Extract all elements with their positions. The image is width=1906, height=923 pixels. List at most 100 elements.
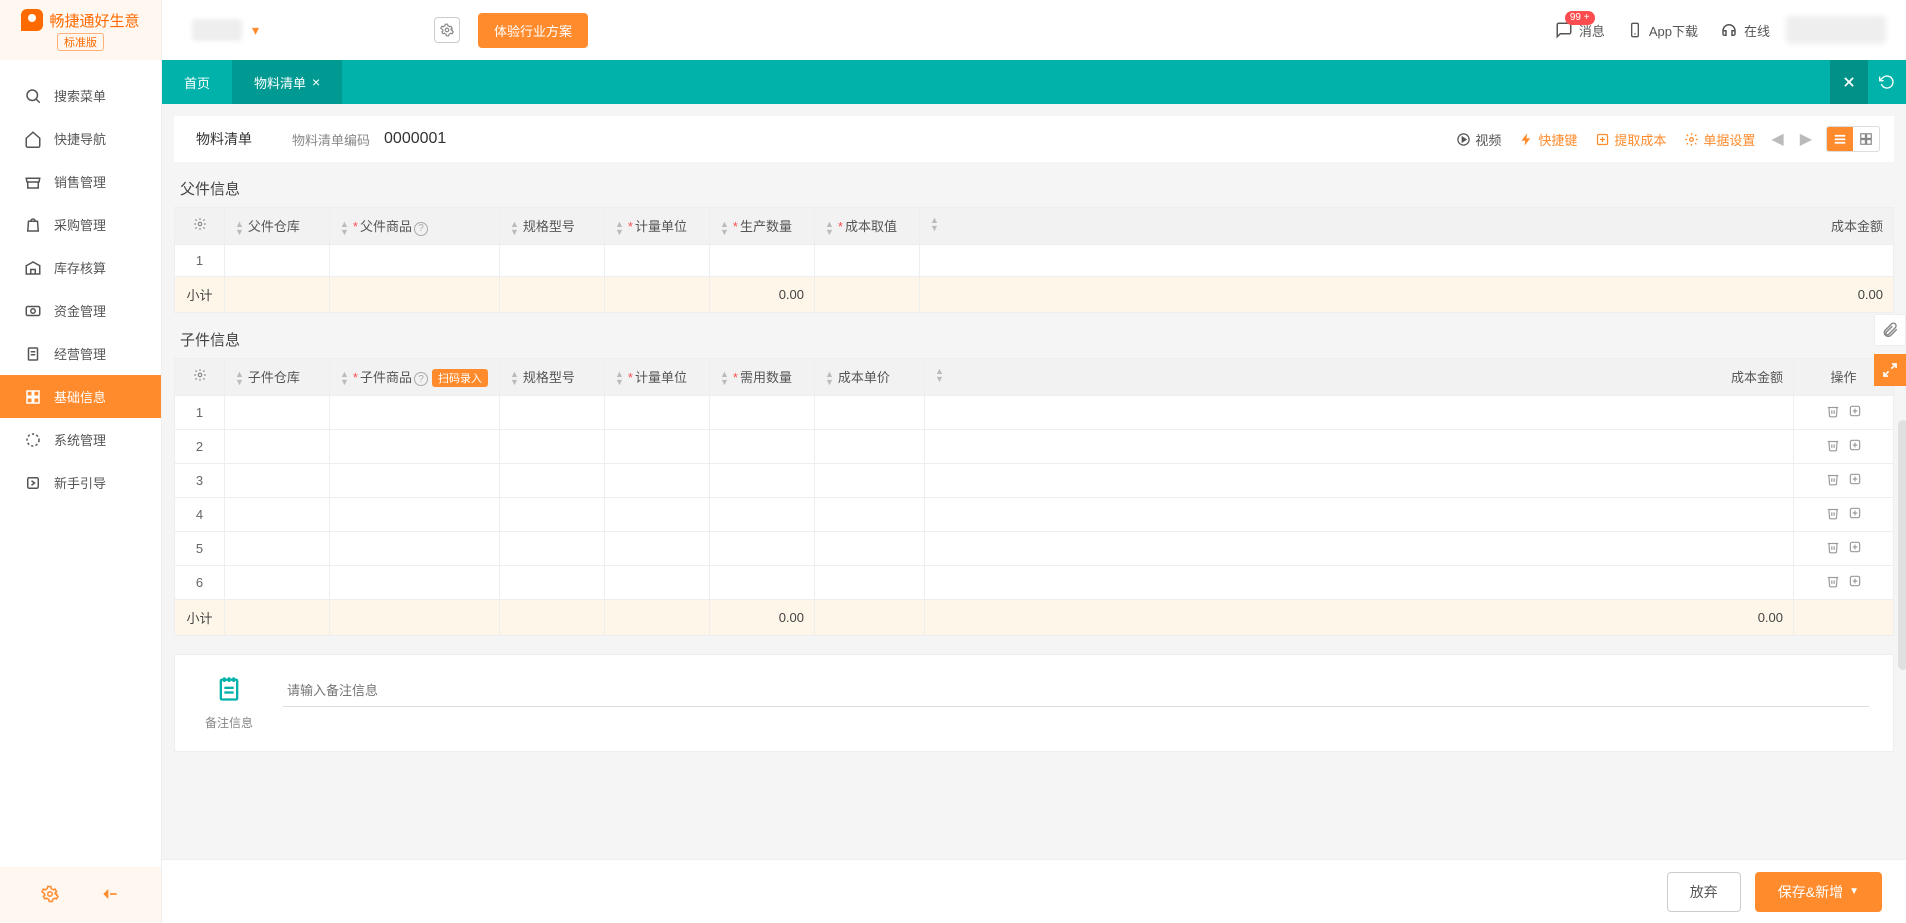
col-child-qty[interactable]: ▲▼*需用数量	[710, 358, 815, 395]
cell[interactable]	[815, 565, 925, 599]
online-support-link[interactable]: 在线	[1720, 21, 1770, 40]
col-parent-spec[interactable]: ▲▼规格型号	[500, 208, 605, 245]
tab-bom[interactable]: 物料清单 ×	[232, 60, 342, 104]
remarks-input[interactable]	[283, 675, 1869, 707]
cell[interactable]	[500, 429, 605, 463]
col-child-product[interactable]: ▲▼*子件商品?扫码录入	[330, 358, 500, 395]
add-row-icon[interactable]	[1848, 540, 1862, 554]
cell[interactable]	[500, 463, 605, 497]
col-parent-qty[interactable]: ▲▼*生产数量	[710, 208, 815, 245]
delete-row-icon[interactable]	[1826, 404, 1840, 418]
add-row-icon[interactable]	[1848, 438, 1862, 452]
cell[interactable]	[225, 565, 330, 599]
cell[interactable]	[815, 497, 925, 531]
save-and-new-button[interactable]: 保存&新增 ▼	[1755, 872, 1882, 912]
col-parent-product[interactable]: ▲▼*父件商品?	[330, 208, 500, 245]
cell[interactable]	[500, 497, 605, 531]
cell[interactable]	[920, 244, 1894, 276]
cell[interactable]	[225, 429, 330, 463]
add-row-icon[interactable]	[1848, 472, 1862, 486]
cell[interactable]	[225, 463, 330, 497]
attachment-button[interactable]	[1874, 314, 1906, 346]
cell[interactable]	[330, 244, 500, 276]
cell[interactable]	[710, 244, 815, 276]
nav-purchase[interactable]: 采购管理	[0, 203, 161, 246]
cell[interactable]	[710, 429, 815, 463]
next-bill-button[interactable]: ▶	[1800, 129, 1812, 149]
nav-sales[interactable]: 销售管理	[0, 160, 161, 203]
cell[interactable]	[500, 565, 605, 599]
column-settings[interactable]	[175, 208, 225, 245]
col-child-unitcost[interactable]: ▲▼成本单价	[815, 358, 925, 395]
toolbar-video[interactable]: 视频	[1456, 130, 1501, 149]
nav-base-info[interactable]: 基础信息	[0, 375, 161, 418]
cell[interactable]	[925, 565, 1794, 599]
messages-link[interactable]: 99 + 消息	[1555, 21, 1605, 40]
app-download-link[interactable]: App下载	[1627, 21, 1698, 40]
table-row[interactable]: 1	[175, 244, 1894, 276]
col-parent-warehouse[interactable]: ▲▼父件仓库	[225, 208, 330, 245]
table-row[interactable]: 1	[175, 395, 1894, 429]
nav-guide[interactable]: 新手引导	[0, 461, 161, 504]
scrollbar[interactable]	[1898, 420, 1906, 670]
add-row-icon[interactable]	[1848, 574, 1862, 588]
cell[interactable]	[815, 531, 925, 565]
cell[interactable]	[225, 395, 330, 429]
cell[interactable]	[710, 531, 815, 565]
col-child-costamt[interactable]: ▲▼成本金额	[925, 358, 1794, 395]
cell[interactable]	[605, 244, 710, 276]
page-tab-bom[interactable]: 物料清单	[174, 116, 274, 162]
col-parent-costmode[interactable]: ▲▼*成本取值	[815, 208, 920, 245]
discard-button[interactable]: 放弃	[1667, 872, 1741, 912]
prev-bill-button[interactable]: ◀	[1771, 129, 1783, 149]
delete-row-icon[interactable]	[1826, 540, 1840, 554]
cell[interactable]	[925, 463, 1794, 497]
toolbar-extract-cost[interactable]: 提取成本	[1595, 130, 1666, 149]
close-icon[interactable]: ×	[312, 74, 320, 90]
add-row-icon[interactable]	[1848, 404, 1862, 418]
col-parent-unit[interactable]: ▲▼*计量单位	[605, 208, 710, 245]
cell[interactable]	[605, 565, 710, 599]
view-list-icon[interactable]	[1827, 127, 1853, 151]
cell[interactable]	[710, 395, 815, 429]
delete-row-icon[interactable]	[1826, 506, 1840, 520]
cell[interactable]	[500, 395, 605, 429]
table-row[interactable]: 6	[175, 565, 1894, 599]
nav-funds[interactable]: 资金管理	[0, 289, 161, 332]
cell[interactable]	[925, 429, 1794, 463]
nav-operation[interactable]: 经营管理	[0, 332, 161, 375]
org-selector[interactable]: ▾	[192, 19, 422, 41]
cell[interactable]	[330, 395, 500, 429]
cell[interactable]	[815, 395, 925, 429]
cell[interactable]	[330, 429, 500, 463]
cell[interactable]	[500, 531, 605, 565]
table-row[interactable]: 2	[175, 429, 1894, 463]
cell[interactable]	[225, 244, 330, 276]
toolbar-shortcut[interactable]: 快捷键	[1519, 130, 1577, 149]
expand-button[interactable]	[1874, 354, 1906, 386]
table-row[interactable]: 5	[175, 531, 1894, 565]
cell[interactable]	[605, 497, 710, 531]
help-icon[interactable]: ?	[414, 372, 428, 386]
cell[interactable]	[925, 395, 1794, 429]
cell[interactable]	[225, 497, 330, 531]
collapse-sidebar-icon[interactable]	[100, 886, 120, 905]
scan-input-badge[interactable]: 扫码录入	[432, 369, 488, 387]
tab-home[interactable]: 首页	[162, 60, 232, 104]
toolbar-bill-settings[interactable]: 单据设置	[1684, 130, 1755, 149]
tab-refresh-button[interactable]	[1868, 60, 1906, 104]
nav-system[interactable]: 系统管理	[0, 418, 161, 461]
col-child-warehouse[interactable]: ▲▼子件仓库	[225, 358, 330, 395]
table-row[interactable]: 4	[175, 497, 1894, 531]
cell[interactable]	[710, 565, 815, 599]
cell[interactable]	[225, 531, 330, 565]
cell[interactable]	[815, 429, 925, 463]
help-icon[interactable]: ?	[414, 222, 428, 236]
cell[interactable]	[710, 497, 815, 531]
table-row[interactable]: 3	[175, 463, 1894, 497]
cell[interactable]	[815, 244, 920, 276]
cell[interactable]	[330, 531, 500, 565]
delete-row-icon[interactable]	[1826, 438, 1840, 452]
experience-button[interactable]: 体验行业方案	[478, 13, 588, 48]
cell[interactable]	[605, 395, 710, 429]
